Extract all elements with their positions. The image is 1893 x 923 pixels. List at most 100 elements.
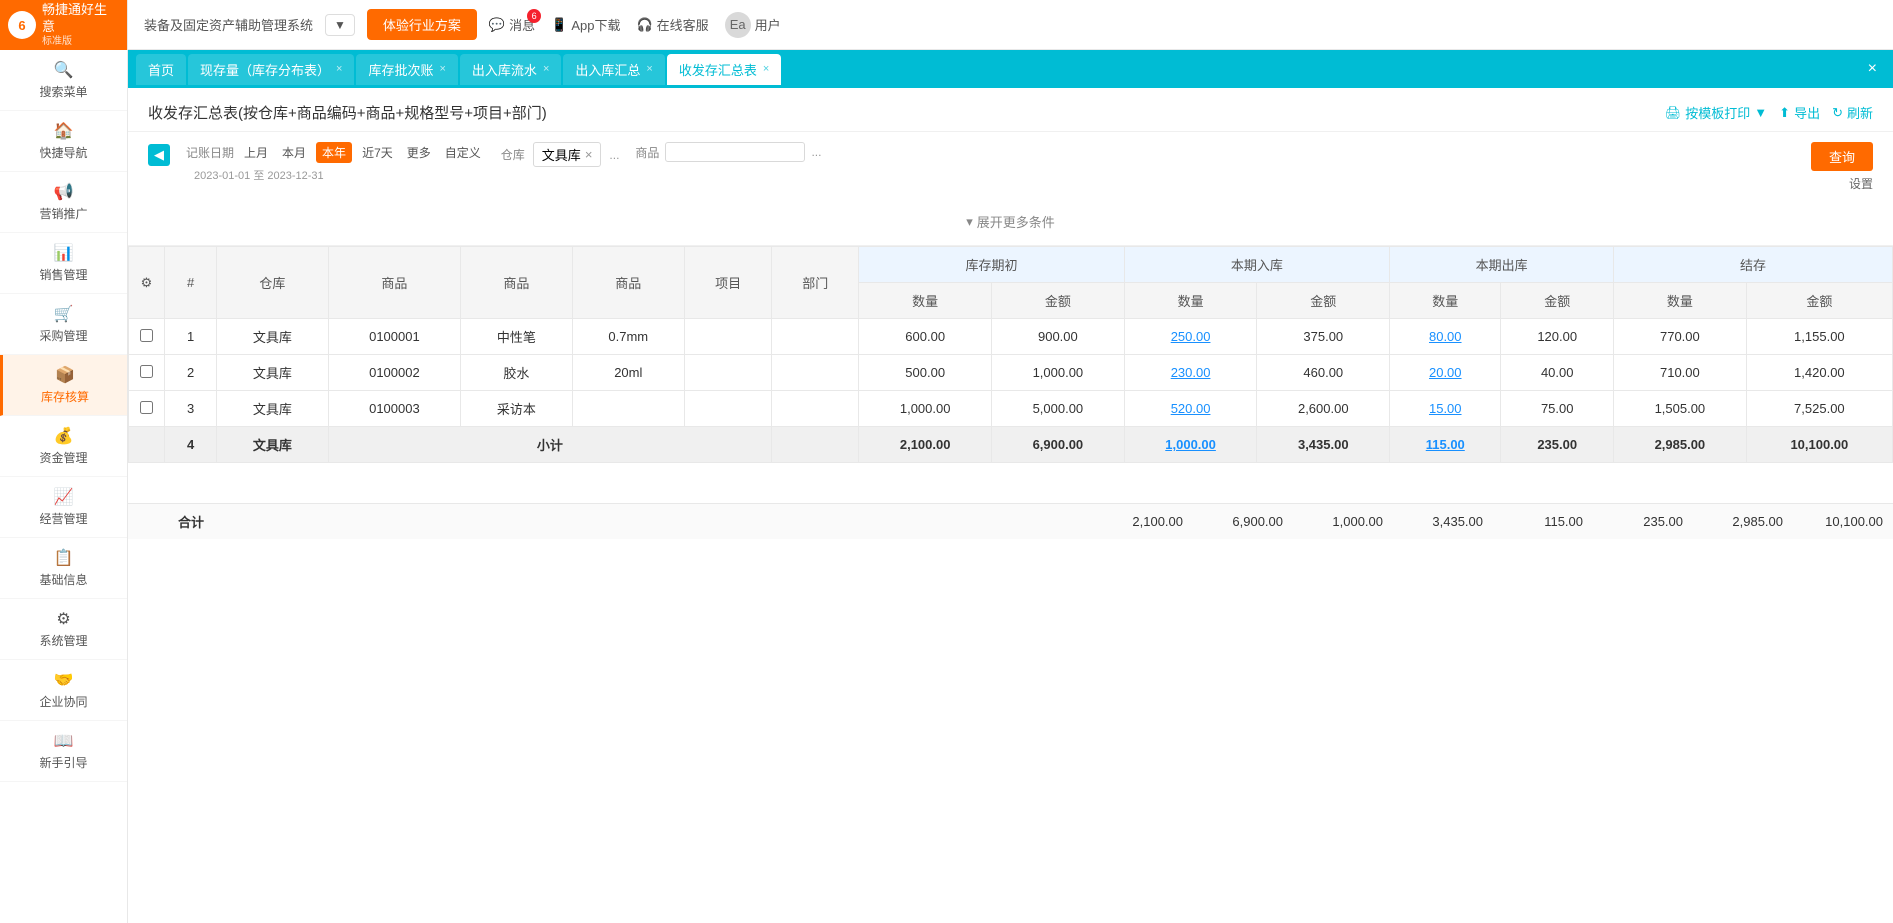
tab-inventory_dist[interactable]: 现存量（库存分布表）× (188, 54, 354, 85)
col-code-header: 商品 (328, 247, 461, 319)
marketing-icon: 📢 (54, 182, 74, 202)
sidebar-item-inventory[interactable]: 📦 库存核算 (0, 355, 127, 416)
filter-settings-button[interactable]: 设置 (1849, 175, 1873, 192)
warehouse-label: 仓库 (501, 146, 525, 163)
refresh-button[interactable]: ↻ 刷新 (1832, 103, 1873, 122)
date-custom-button[interactable]: 自定义 (441, 142, 485, 163)
sidebar-item-marketing[interactable]: 📢 营销推广 (0, 172, 127, 233)
export-button[interactable]: ⬆ 导出 (1779, 103, 1820, 122)
sidebar-item-search[interactable]: 🔍 搜索菜单 (0, 50, 127, 111)
expand-more-button[interactable]: ▾ 展开更多条件 (966, 212, 1055, 231)
row-project-2 (685, 355, 772, 391)
col-name-header: 商品 (461, 247, 572, 319)
row-project-3 (685, 391, 772, 427)
sidebar-item-basic[interactable]: 📋 基础信息 (0, 538, 127, 599)
subtotal-out-qty[interactable]: 115.00 (1390, 427, 1501, 463)
tab-close-receive_summary[interactable]: × (763, 63, 769, 75)
sidebar-item-system[interactable]: ⚙ 系统管理 (0, 599, 127, 660)
date-more-button[interactable]: 更多 (403, 142, 435, 163)
tab-label-home: 首页 (148, 60, 174, 79)
goods-filter: 商品 ... (635, 142, 821, 162)
filter-toggle-button[interactable]: ◀ (148, 144, 170, 166)
subtotal-row: 4 文具库 小计 2,100.00 6,900.00 1,000.00 3,43… (129, 427, 1893, 463)
row-checkbox-2[interactable] (129, 355, 165, 391)
notification-button[interactable]: 💬 消息 6 (489, 15, 535, 34)
query-button[interactable]: 查询 (1811, 142, 1873, 171)
date-filter-group: 记账日期 上月 本月 本年 近7天 更多 自定义 2023-01-01 至 20… (186, 142, 485, 183)
row-spec-1: 0.7mm (572, 319, 685, 355)
date-last-month-button[interactable]: 上月 (240, 142, 272, 163)
row-project-1 (685, 319, 772, 355)
tab-close-inout_flow[interactable]: × (543, 63, 549, 75)
tab-batch[interactable]: 库存批次账× (356, 54, 457, 85)
system-dropdown-button[interactable]: ▼ (325, 14, 355, 36)
row-name-3: 采访本 (461, 391, 572, 427)
row-seq-1: 1 (165, 319, 217, 355)
tab-inout_flow[interactable]: 出入库流水× (460, 54, 561, 85)
sidebar-item-label-enterprise: 企业协同 (39, 693, 87, 710)
col-bal-qty-header: 数量 (1614, 283, 1747, 319)
row-out-qty-3[interactable]: 15.00 (1390, 391, 1501, 427)
row-checkbox-1[interactable] (129, 319, 165, 355)
total-bal-amt: 10,100.00 (1803, 514, 1883, 529)
row-in-qty-2[interactable]: 230.00 (1124, 355, 1257, 391)
table-wrapper: ⚙ # 仓库 商品 商品 商品 项目 部门 库存期初 本期入库 本期出库 结存 (128, 246, 1893, 503)
sidebar-item-guide[interactable]: 📖 新手引导 (0, 721, 127, 782)
warehouse-more-button[interactable]: ... (609, 148, 619, 162)
date-filter-row: 记账日期 上月 本月 本年 近7天 更多 自定义 (186, 142, 485, 163)
date-this-year-button[interactable]: 本年 (316, 142, 352, 163)
tab-close-inventory_dist[interactable]: × (336, 63, 342, 75)
col-settings-header[interactable]: ⚙ (129, 247, 165, 319)
row-out-qty-1[interactable]: 80.00 (1390, 319, 1501, 355)
online-service-button[interactable]: 🎧 在线客服 (636, 15, 708, 34)
tab-home[interactable]: 首页 (136, 54, 186, 85)
warehouse-tag: 文具库 × (533, 142, 602, 167)
goods-search-input[interactable] (665, 142, 805, 162)
sidebar-item-label-system: 系统管理 (39, 632, 87, 649)
sidebar-item-sales[interactable]: 📊 销售管理 (0, 233, 127, 294)
search-icon: 🔍 (54, 60, 74, 80)
subtotal-opening-amt: 6,900.00 (992, 427, 1125, 463)
refresh-icon: ↻ (1832, 105, 1843, 121)
user-avatar-button[interactable]: Ea 用户 (725, 12, 781, 38)
tab-receive_summary[interactable]: 收发存汇总表× (667, 54, 781, 85)
subtotal-checkbox[interactable] (129, 427, 165, 463)
sidebar-item-label-purchase: 采购管理 (39, 327, 87, 344)
row-checkbox-3[interactable] (129, 391, 165, 427)
sidebar-item-purchase[interactable]: 🛒 采购管理 (0, 294, 127, 355)
bottom-total-bar: 合计 2,100.00 6,900.00 1,000.00 3,435.00 1… (128, 503, 1893, 539)
row-in-qty-3[interactable]: 520.00 (1124, 391, 1257, 427)
tab-bar-close-all[interactable]: × (1860, 56, 1885, 82)
col-dept-header: 部门 (772, 247, 859, 319)
app-download-button[interactable]: 📱 App下载 (551, 15, 620, 34)
sidebar-item-finance[interactable]: 💰 资金管理 (0, 416, 127, 477)
date-this-month-button[interactable]: 本月 (278, 142, 310, 163)
trial-button[interactable]: 体验行业方案 (367, 9, 477, 40)
settings-icon: ⚙ (141, 275, 153, 290)
sidebar-item-quicknav[interactable]: 🏠 快捷导航 (0, 111, 127, 172)
goods-label: 商品 (635, 144, 659, 161)
warehouse-tag-close[interactable]: × (585, 147, 593, 162)
print-button[interactable]: 🖨 按模板打印 ▼ (1665, 103, 1767, 122)
sidebar-item-label-inventory: 库存核算 (41, 388, 89, 405)
sidebar-item-enterprise[interactable]: 🤝 企业协同 (0, 660, 127, 721)
tab-close-batch[interactable]: × (439, 63, 445, 75)
row-out-amt-3: 75.00 (1501, 391, 1614, 427)
subtotal-bal-amt: 10,100.00 (1746, 427, 1892, 463)
tab-inout_summary[interactable]: 出入库汇总× (563, 54, 664, 85)
row-code-2: 0100002 (328, 355, 461, 391)
tab-close-inout_summary[interactable]: × (646, 63, 652, 75)
logo-icon: 6 (8, 11, 36, 39)
date-7days-button[interactable]: 近7天 (358, 142, 397, 163)
row-out-qty-2[interactable]: 20.00 (1390, 355, 1501, 391)
goods-more-button[interactable]: ... (811, 145, 821, 159)
system-name: 装备及固定资产辅助管理系统 (144, 15, 313, 34)
headset-icon: 🎧 (636, 17, 652, 33)
total-label: 合计 (138, 512, 244, 531)
row-bal-qty-2: 710.00 (1614, 355, 1747, 391)
print-icon: 🖨 (1665, 105, 1682, 121)
sidebar-item-label-guide: 新手引导 (39, 754, 87, 771)
sidebar-item-operation[interactable]: 📈 经营管理 (0, 477, 127, 538)
subtotal-in-qty[interactable]: 1,000.00 (1124, 427, 1257, 463)
row-in-qty-1[interactable]: 250.00 (1124, 319, 1257, 355)
